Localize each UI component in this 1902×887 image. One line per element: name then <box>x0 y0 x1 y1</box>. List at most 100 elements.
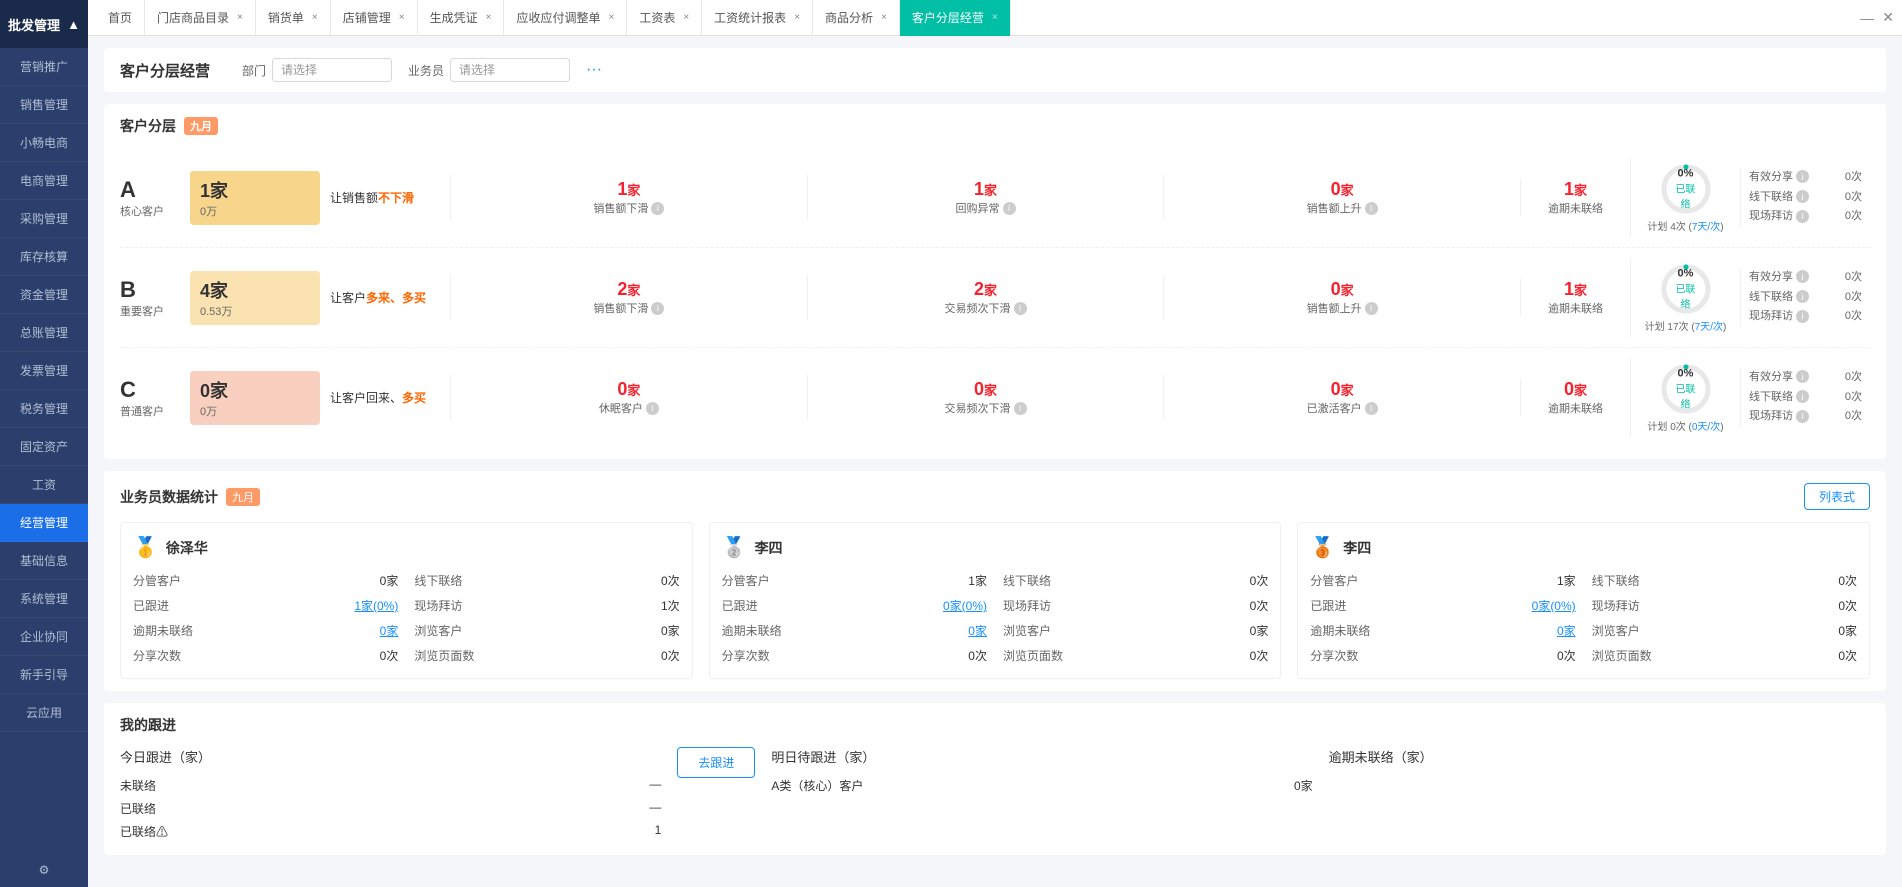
main-area: 首页门店商品目录×销货单×店铺管理×生成凭证×应收应付调整单×工资表×工资统计报… <box>88 0 1902 887</box>
tab-应收应付调整单[interactable]: 应收应付调整单× <box>504 0 627 36</box>
staff-stat-row: 分享次数0次 <box>1310 645 1575 666</box>
tab-close-销货单[interactable]: × <box>312 12 318 23</box>
staff-stats-section: 业务员数据统计 九月 列表式 🥇 徐泽华分管客户0家线下联络0次已跟进1家(0%… <box>104 471 1886 691</box>
staff-header-1: 🥈 李四 <box>722 535 1269 560</box>
customer-tier-title: 客户分层 九月 <box>120 116 1870 136</box>
sidebar-item-新手引导[interactable]: 新手引导 <box>0 656 88 694</box>
staff-stats-header: 业务员数据统计 九月 列表式 <box>120 483 1870 510</box>
dept-filter-select[interactable]: 请选择 <box>272 58 392 82</box>
staff-stat-row: 逾期未联络0家 <box>133 620 398 641</box>
sidebar-item-营销推广[interactable]: 营销推广 <box>0 48 88 86</box>
staff-stat-row: 浏览客户0家 <box>1592 620 1857 641</box>
tab-首页[interactable]: 首页 <box>96 0 145 36</box>
page-content: 客户分层经营 部门 请选择 业务员 请选择 ··· 客户分层 九月 A核心客户1… <box>88 36 1902 887</box>
window-close-icon[interactable]: ✕ <box>1882 9 1894 26</box>
sidebar-item-总账管理[interactable]: 总账管理 <box>0 314 88 352</box>
sidebar-item-小畅电商[interactable]: 小畅电商 <box>0 124 88 162</box>
staff-rank-icon: 🥉 <box>1310 535 1335 560</box>
tab-close-商品分析[interactable]: × <box>881 12 887 23</box>
tab-门店商品目录[interactable]: 门店商品目录× <box>145 0 256 36</box>
sidebar-item-税务管理[interactable]: 税务管理 <box>0 390 88 428</box>
sidebar-item-工资[interactable]: 工资 <box>0 466 88 504</box>
metric-销售额下滑: 1家 销售额下滑 i <box>450 175 807 220</box>
list-view-button[interactable]: 列表式 <box>1804 483 1870 510</box>
tier-extra-row: 线下联络 i0次 <box>1749 288 1862 308</box>
sidebar-settings[interactable]: ⚙ <box>0 853 88 887</box>
sidebar-item-云应用[interactable]: 云应用 <box>0 694 88 732</box>
staff-card-0: 🥇 徐泽华分管客户0家线下联络0次已跟进1家(0%)现场拜访1次逾期未联络0家浏… <box>120 522 693 679</box>
metric-已激活客户: 0家 已激活客户 i <box>1163 375 1520 420</box>
sidebar-item-基础信息[interactable]: 基础信息 <box>0 542 88 580</box>
sidebar-item-企业协同[interactable]: 企业协同 <box>0 618 88 656</box>
tier-circle-A: 0% 已联络 计划 4次 (7天/次) <box>1630 158 1740 237</box>
staff-header-2: 🥉 李四 <box>1310 535 1857 560</box>
tab-商品分析[interactable]: 商品分析× <box>813 0 900 36</box>
tab-客户分层经营[interactable]: 客户分层经营× <box>900 0 1011 36</box>
staff-stat-row: 逾期未联络0家 <box>1310 620 1575 641</box>
tier-extra-row: 有效分享 i0次 <box>1749 168 1862 188</box>
page-header: 客户分层经营 部门 请选择 业务员 请选择 ··· <box>104 48 1886 92</box>
sidebar-item-销售管理[interactable]: 销售管理 <box>0 86 88 124</box>
metric-回购异常: 1家 回购异常 i <box>807 175 1164 220</box>
sidebar: 批发管理 ▲ 营销推广销售管理小畅电商电商管理采购管理库存核算资金管理总账管理发… <box>0 0 88 887</box>
tab-生成凭证[interactable]: 生成凭证× <box>418 0 505 36</box>
tier-circle-B: 0% 已联络 计划 17次 (7天/次) <box>1630 258 1740 337</box>
sidebar-item-系统管理[interactable]: 系统管理 <box>0 580 88 618</box>
dept-filter-label: 部门 <box>242 62 266 79</box>
staff-rank-icon: 🥈 <box>722 535 747 560</box>
metric-交易频次下滑: 0家 交易频次下滑 i <box>807 375 1164 420</box>
tier-extra-B: 有效分享 i0次线下联络 i0次现场拜访 i0次 <box>1740 268 1870 327</box>
tier-slogan-B: 让客户多来、多买 <box>320 289 450 306</box>
sidebar-item-资金管理[interactable]: 资金管理 <box>0 276 88 314</box>
staff-name-1: 李四 <box>755 538 783 558</box>
metric-交易频次下滑: 2家 交易频次下滑 i <box>807 275 1164 320</box>
staff-stat-row: 分享次数0次 <box>722 645 987 666</box>
metric-休眠客户: 0家 休眠客户 i <box>450 375 807 420</box>
window-minimize-icon[interactable]: — <box>1860 10 1874 26</box>
staff-stats-title: 业务员数据统计 <box>120 487 218 507</box>
sidebar-item-经营管理[interactable]: 经营管理 <box>0 504 88 542</box>
staff-grid: 🥇 徐泽华分管客户0家线下联络0次已跟进1家(0%)现场拜访1次逾期未联络0家浏… <box>120 522 1870 679</box>
tier-extra-row: 现场拜访 i0次 <box>1749 407 1862 427</box>
sidebar-item-采购管理[interactable]: 采购管理 <box>0 200 88 238</box>
tab-close-应收应付调整单[interactable]: × <box>608 12 614 23</box>
tab-店铺管理[interactable]: 店铺管理× <box>331 0 418 36</box>
sidebar-item-库存核算[interactable]: 库存核算 <box>0 238 88 276</box>
sidebar-item-发票管理[interactable]: 发票管理 <box>0 352 88 390</box>
staff-stat-row: 现场拜访0次 <box>1592 595 1857 616</box>
tab-close-店铺管理[interactable]: × <box>399 12 405 23</box>
staff-stat-row: 已跟进0家(0%) <box>1310 595 1575 616</box>
tier-extra-row: 有效分享 i0次 <box>1749 368 1862 388</box>
today-followup-block: 今日跟进（家） 未联络—已联络—已联络⚠1 <box>120 747 661 843</box>
staff-filter-label: 业务员 <box>408 62 444 79</box>
tab-close-生成凭证[interactable]: × <box>486 12 492 23</box>
more-filters-button[interactable]: ··· <box>586 61 602 79</box>
tier-metrics-C: 0家 休眠客户 i0家 交易频次下滑 i0家 已激活客户 i <box>450 375 1520 420</box>
tab-close-工资统计报表[interactable]: × <box>794 12 800 23</box>
sidebar-item-电商管理[interactable]: 电商管理 <box>0 162 88 200</box>
go-followup-button[interactable]: 去跟进 <box>677 747 755 778</box>
tier-metrics-A: 1家 销售额下滑 i1家 回购异常 i0家 销售额上升 i <box>450 175 1520 220</box>
staff-stat-row: 已跟进0家(0%) <box>722 595 987 616</box>
tab-销货单[interactable]: 销货单× <box>256 0 331 36</box>
staff-stats-grid-0: 分管客户0家线下联络0次已跟进1家(0%)现场拜访1次逾期未联络0家浏览客户0家… <box>133 570 680 666</box>
tab-close-工资表[interactable]: × <box>683 12 689 23</box>
tier-label-C: C普通客户 <box>120 377 190 419</box>
tier-count-C: 0家0万 <box>190 371 320 425</box>
tomorrow-followup-rows: A类（核心）客户0家 <box>771 774 1312 797</box>
tab-工资表[interactable]: 工资表× <box>627 0 702 36</box>
overdue-followup-title: 逾期未联络（家） <box>1329 747 1870 766</box>
staff-filter-select[interactable]: 请选择 <box>450 58 570 82</box>
staff-stat-row: 分管客户0家 <box>133 570 398 591</box>
staff-stat-row: 浏览客户0家 <box>1003 620 1268 641</box>
sidebar-toggle-icon[interactable]: ▲ <box>67 17 80 32</box>
tier-slogan-A: 让销售额不下滑 <box>320 189 450 206</box>
staff-stat-row: 浏览客户0家 <box>414 620 679 641</box>
tab-close-客户分层经营[interactable]: × <box>992 12 998 23</box>
followup-row: 已联络⚠1 <box>120 820 661 843</box>
tab-工资统计报表[interactable]: 工资统计报表× <box>702 0 813 36</box>
sidebar-item-固定资产[interactable]: 固定资产 <box>0 428 88 466</box>
go-followup-btn-wrap: 去跟进 <box>677 747 755 778</box>
followup-section: 我的跟进 今日跟进（家） 未联络—已联络—已联络⚠1 去跟进 明日待跟进（家） … <box>104 703 1886 855</box>
tab-close-门店商品目录[interactable]: × <box>237 12 243 23</box>
